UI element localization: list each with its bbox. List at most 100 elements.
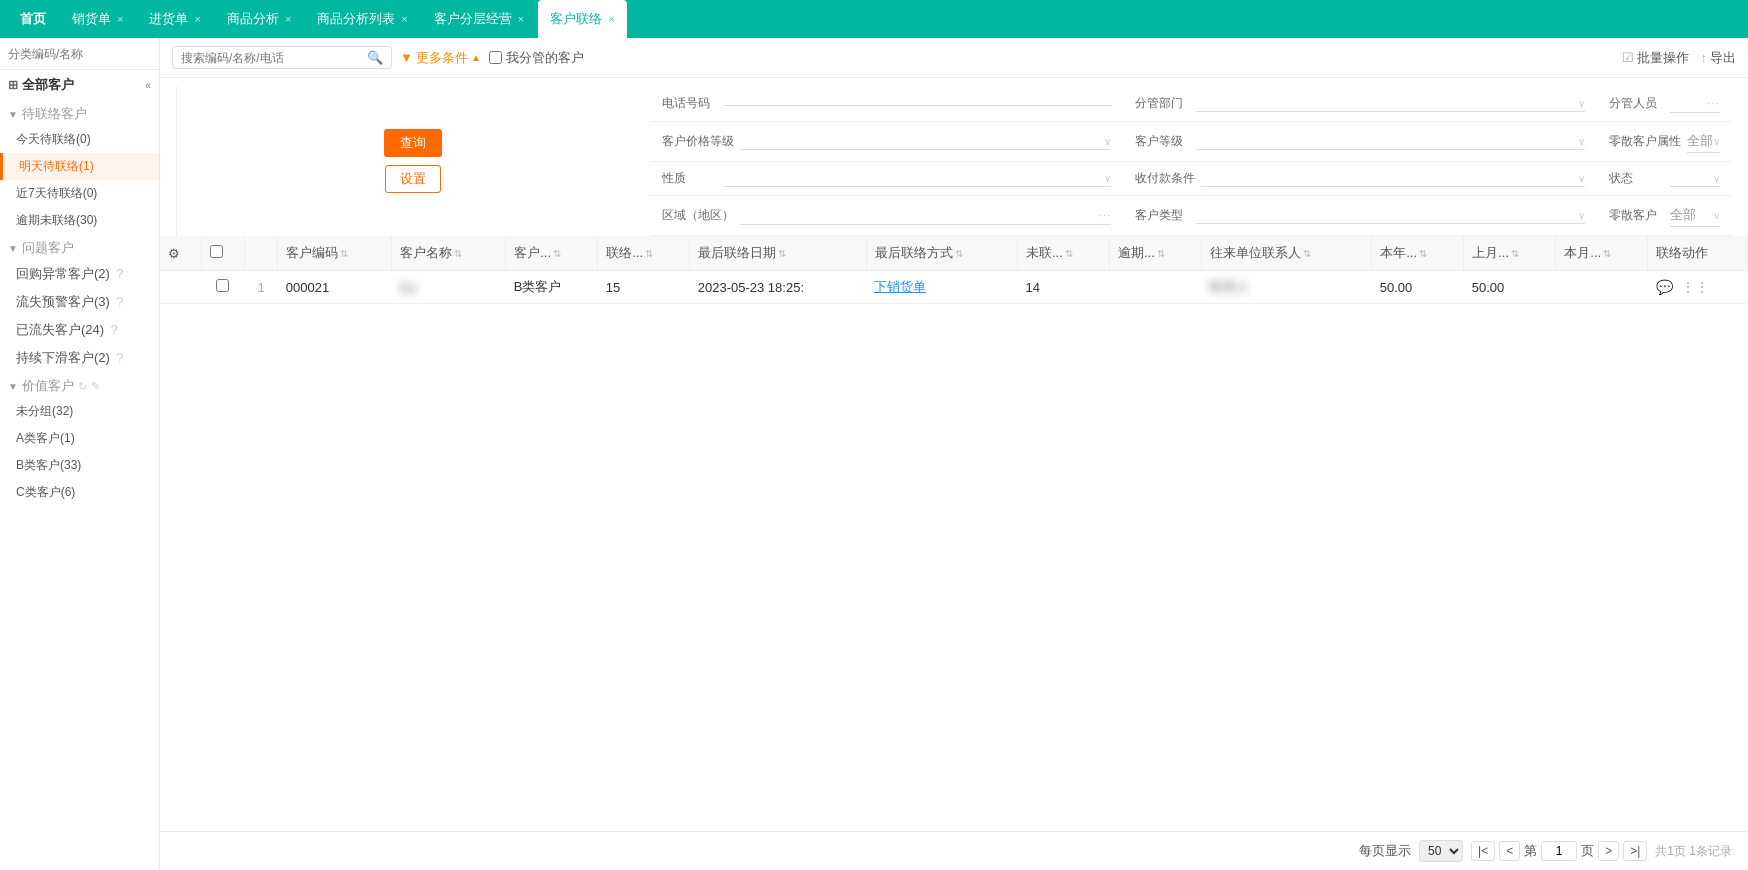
nav-home[interactable]: 首页 [8,0,58,38]
table-row: 1 000021 Ea B类客户 15 2023-05-23 18:25: 下销… [160,271,1748,304]
sort-icon[interactable]: ⇅ [955,248,963,259]
sort-icon[interactable]: ⇅ [1511,248,1519,259]
filter-icon: ▼ [400,50,413,65]
my-customers-checkbox[interactable] [489,51,502,64]
sort-icon[interactable]: ⇅ [340,248,348,259]
help-icon[interactable]: ? [116,350,123,365]
nav-product-analysis[interactable]: 商品分析 × [215,0,303,38]
nav-customer-contact[interactable]: 客户联络 × [538,0,626,38]
sidebar-class-c[interactable]: C类客户(6) [0,479,159,506]
row-select-checkbox[interactable] [216,279,229,292]
row-gear[interactable] [160,271,201,304]
nav-customer-tier[interactable]: 客户分层经营 × [422,0,536,38]
prev-page-btn[interactable]: < [1499,841,1520,861]
first-page-btn[interactable]: |< [1471,841,1495,861]
sort-icon[interactable]: ⇅ [1303,248,1311,259]
sort-icon[interactable]: ⇅ [1157,248,1165,259]
col-code[interactable]: 客户编码⇅ [278,236,392,271]
row-name[interactable]: Ea [392,271,506,304]
sidebar-today-contact[interactable]: 今天待联络(0) [0,126,159,153]
retail-attr-select[interactable]: 全部∨ [1687,130,1720,153]
col-no-contact[interactable]: 未联...⇅ [1017,236,1109,271]
col-this-month[interactable]: 本月...⇅ [1556,236,1648,271]
chevron-up-icon: ▲ [471,52,481,63]
sidebar-class-a[interactable]: A类客户(1) [0,425,159,452]
col-last-date[interactable]: 最后联络日期⇅ [690,236,866,271]
sidebar-overdue-contact[interactable]: 逾期未联络(30) [0,207,159,234]
filter-dept: 分管部门 ∨ [1123,86,1597,122]
close-icon[interactable]: × [608,13,614,25]
gender-select[interactable]: ∨ [723,171,1112,187]
collapse-icon: « [145,79,151,91]
close-icon[interactable]: × [518,13,524,25]
col-last-method[interactable]: 最后联络方式⇅ [866,236,1017,271]
help-icon[interactable]: ? [116,266,123,281]
sidebar-class-b[interactable]: B类客户(33) [0,452,159,479]
filter-price-level: 客户价格等级 ∨ [650,122,1124,162]
close-icon[interactable]: × [117,13,123,25]
sidebar-tomorrow-contact[interactable]: 明天待联络(1) [0,153,159,180]
help-icon[interactable]: ? [116,294,123,309]
retail-select[interactable]: 全部∨ [1670,204,1720,227]
close-icon[interactable]: × [401,13,407,25]
batch-op-btn[interactable]: ☑ 批量操作 [1622,49,1689,67]
payment-select[interactable]: ∨ [1201,171,1585,187]
search-input[interactable] [181,51,363,65]
help-icon[interactable]: ? [110,322,117,337]
search-icon[interactable]: 🔍 [367,50,383,65]
more-conditions-btn[interactable]: ▼ 更多条件 ▲ [400,49,481,67]
refresh-icon[interactable]: ↻ [78,380,87,393]
contact-icon[interactable]: 💬 [1656,279,1673,295]
col-gear[interactable]: ⚙ [160,236,201,271]
edit-icon[interactable]: ✎ [91,380,100,393]
phone-input[interactable] [723,101,1112,106]
price-level-select[interactable]: ∨ [740,134,1112,150]
more-action-icon[interactable]: ⋮⋮ [1681,279,1709,295]
sidebar-repurchase-abnormal[interactable]: 回购异常客户(2) ? [0,260,159,288]
region-input[interactable]: ··· [740,206,1112,225]
query-button[interactable]: 查询 [384,129,442,157]
sort-icon[interactable]: ⇅ [645,248,653,259]
col-this-year[interactable]: 本年...⇅ [1372,236,1464,271]
reset-button[interactable]: 设置 [385,165,441,193]
dept-select[interactable]: ∨ [1196,96,1585,112]
close-icon[interactable]: × [194,13,200,25]
sidebar: 🔍 ⊞ 全部客户 « ▼ 待联络客户 今天待联络(0) 明天待联络(1) 近7天… [0,38,160,870]
next-page-btn[interactable]: > [1598,841,1619,861]
col-unit-contacts[interactable]: 往来单位联系人⇅ [1202,236,1372,271]
sidebar-unclassified[interactable]: 未分组(32) [0,398,159,425]
sort-icon[interactable]: ⇅ [1603,248,1611,259]
export-btn[interactable]: ↑ 导出 [1701,49,1737,67]
col-overdue[interactable]: 逾期...⇅ [1110,236,1202,271]
sort-icon[interactable]: ⇅ [1065,248,1073,259]
sidebar-recent7-contact[interactable]: 近7天待联络(0) [0,180,159,207]
row-last-method[interactable]: 下销货单 [866,271,1017,304]
sidebar-losing-customers[interactable]: 流失预警客户(3) ? [0,288,159,316]
manager-input[interactable]: ··· [1670,94,1720,113]
close-icon[interactable]: × [285,13,291,25]
col-contacts[interactable]: 联络...⇅ [598,236,690,271]
last-page-btn[interactable]: >| [1623,841,1647,861]
per-page-select[interactable]: 50 [1419,840,1463,862]
sort-icon[interactable]: ⇅ [553,248,561,259]
page-input[interactable] [1541,841,1577,861]
nav-sales[interactable]: 销货单 × [60,0,135,38]
sidebar-search-input[interactable] [8,47,158,61]
col-type[interactable]: 客户...⇅ [506,236,598,271]
sort-icon[interactable]: ⇅ [778,248,786,259]
sort-icon[interactable]: ⇅ [1419,248,1427,259]
nav-product-analysis-list[interactable]: 商品分析列表 × [305,0,419,38]
sort-icon[interactable]: ⇅ [454,248,462,259]
col-last-month[interactable]: 上月...⇅ [1464,236,1556,271]
nav-purchase[interactable]: 进货单 × [137,0,212,38]
customer-type-select[interactable]: ∨ [1196,208,1585,224]
select-all-checkbox[interactable] [210,245,223,258]
status-select[interactable]: ∨ [1670,171,1720,187]
sidebar-lost-customers[interactable]: 已流失客户(24) ? [0,316,159,344]
sidebar-continuous-decline[interactable]: 持续下滑客户(2) ? [0,344,159,372]
col-name[interactable]: 客户名称⇅ [392,236,506,271]
row-checkbox[interactable] [201,271,244,304]
row-unit-contacts: 联系人 [1202,271,1372,304]
customer-level-select[interactable]: ∨ [1196,134,1585,150]
sidebar-all-customers[interactable]: ⊞ 全部客户 « [0,70,159,100]
